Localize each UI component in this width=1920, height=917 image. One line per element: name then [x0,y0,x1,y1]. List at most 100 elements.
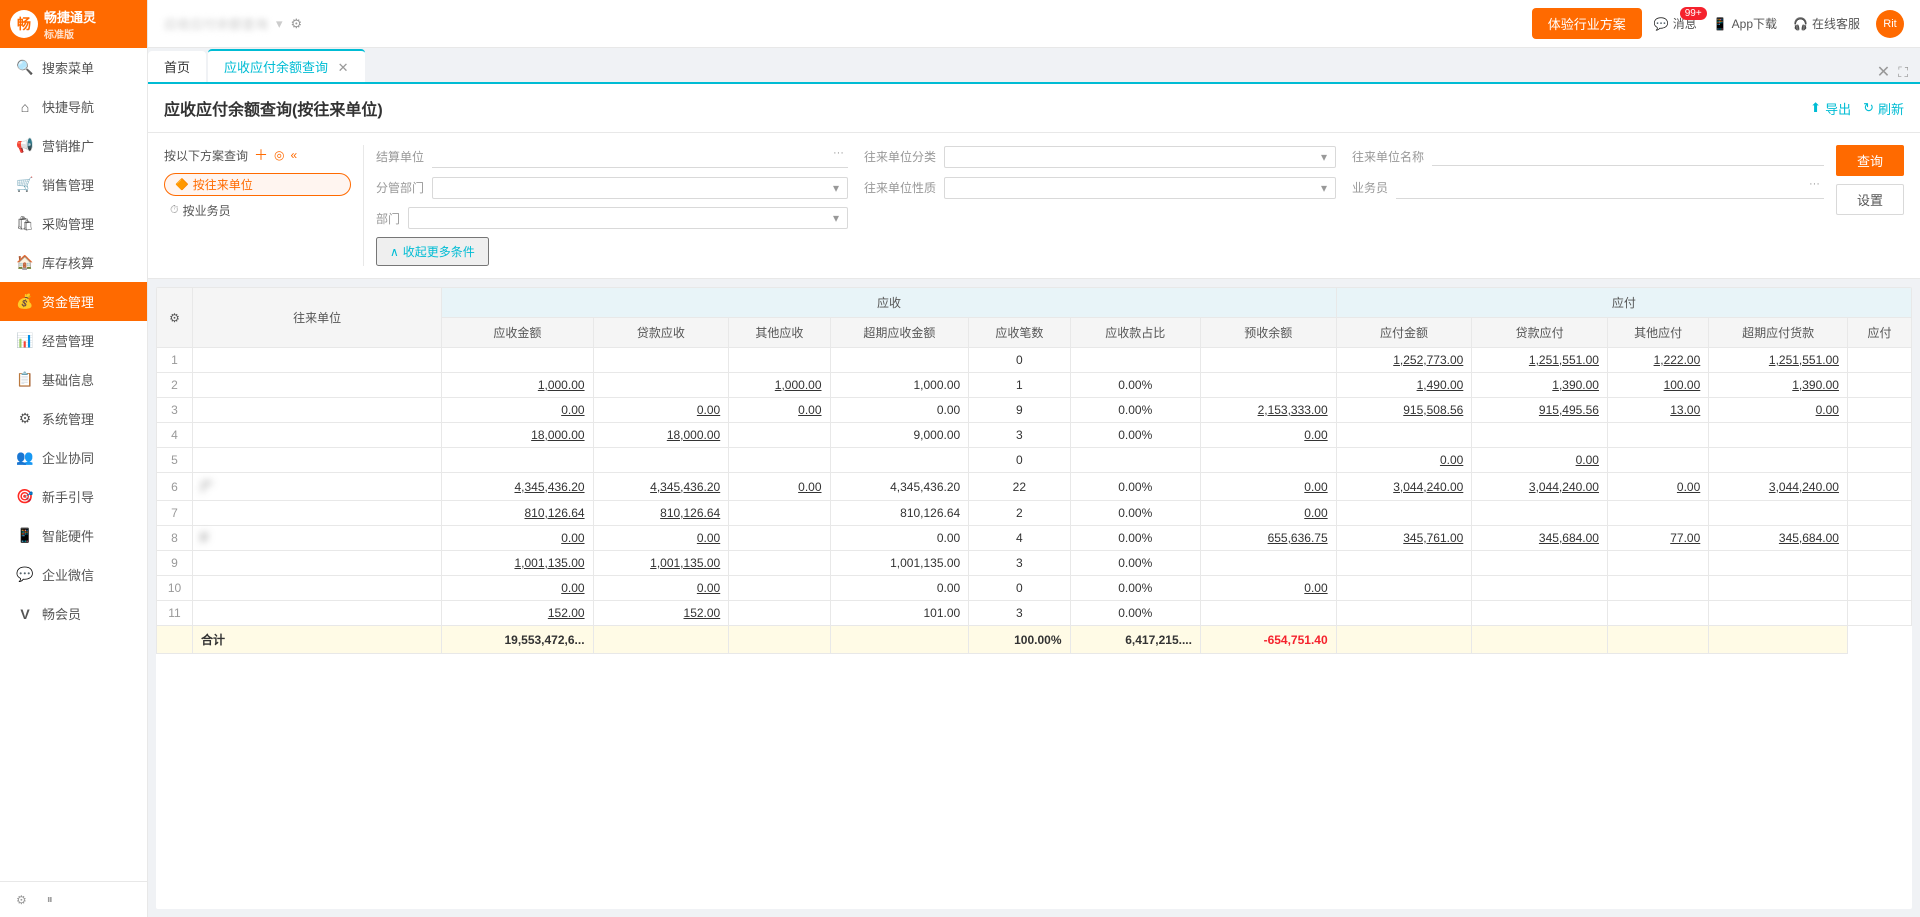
app-download[interactable]: 📱 App下载 [1713,15,1777,32]
row-rec-amt[interactable]: 18,000.00 [442,423,593,448]
online-service[interactable]: 🎧 在线客服 [1793,15,1860,32]
row-rec-loan[interactable]: 152.00 [593,601,729,626]
table-settings-icon[interactable]: ⚙ [169,311,180,325]
tab-close-icon[interactable]: ✕ [338,60,349,75]
row-rec-other[interactable] [729,348,830,373]
row-pay-overdue[interactable]: 0.00 [1709,398,1848,423]
row-partner[interactable] [193,448,442,473]
row-pay-loan[interactable] [1472,576,1608,601]
row-pay-amt[interactable]: 3,044,240.00 [1336,473,1472,501]
row-pay-overdue[interactable] [1709,576,1848,601]
row-partner[interactable] [193,601,442,626]
row-pay-other[interactable]: 100.00 [1607,373,1708,398]
row-rec-overdue[interactable] [830,448,969,473]
row-rec-loan[interactable]: 0.00 [593,576,729,601]
row-pay-loan[interactable] [1472,551,1608,576]
row-rec-amt[interactable] [442,348,593,373]
row-rec-other[interactable]: 0.00 [729,398,830,423]
row-rec-other[interactable] [729,551,830,576]
row-rec-loan[interactable] [593,348,729,373]
row-pay-loan[interactable] [1472,601,1608,626]
row-rec-overdue[interactable]: 4,345,436.20 [830,473,969,501]
row-pay-other[interactable] [1607,551,1708,576]
row-rec-overdue[interactable]: 0.00 [830,576,969,601]
row-pay-amt[interactable] [1336,576,1472,601]
row-pre-rec[interactable]: 0.00 [1200,473,1336,501]
row-pay-loan[interactable] [1472,501,1608,526]
collapse-more-btn[interactable]: ∧ 收起更多条件 [376,237,489,266]
row-pay-loan[interactable]: 3,044,240.00 [1472,473,1608,501]
sidebar-item-sales[interactable]: 🛒 销售管理 [0,165,147,204]
row-rec-amt[interactable]: 0.00 [442,576,593,601]
row-pay-other[interactable] [1607,501,1708,526]
sidebar-item-collab[interactable]: 👥 企业协同 [0,438,147,477]
row-rec-other[interactable] [729,576,830,601]
row-pay-amt[interactable]: 345,761.00 [1336,526,1472,551]
row-pre-rec[interactable]: 0.00 [1200,423,1336,448]
row-rec-overdue[interactable]: 101.00 [830,601,969,626]
row-pay-other[interactable]: 77.00 [1607,526,1708,551]
setup-button[interactable]: 设置 [1836,184,1904,215]
settings-gear-icon[interactable]: ⚙ [291,16,303,32]
row-rec-loan[interactable]: 1,001,135.00 [593,551,729,576]
row-pay-amt[interactable] [1336,601,1472,626]
row-partner[interactable]: 广 [193,473,442,501]
row-pay-loan[interactable]: 1,390.00 [1472,373,1608,398]
row-pay-overdue[interactable]: 345,684.00 [1709,526,1848,551]
row-pre-rec[interactable]: 2,153,333.00 [1200,398,1336,423]
row-rec-loan[interactable]: 0.00 [593,398,729,423]
row-rec-amt[interactable]: 1,000.00 [442,373,593,398]
row-pay-overdue[interactable]: 3,044,240.00 [1709,473,1848,501]
sidebar-item-operation[interactable]: 📊 经营管理 [0,321,147,360]
row-pay-loan[interactable]: 0.00 [1472,448,1608,473]
row-rec-amt[interactable]: 152.00 [442,601,593,626]
row-pay-overdue[interactable] [1709,551,1848,576]
query-button[interactable]: 查询 [1836,145,1904,176]
row-pay-other[interactable] [1607,423,1708,448]
row-pay-loan[interactable]: 1,251,551.00 [1472,348,1608,373]
collapse-scheme-icon[interactable]: « [291,148,298,162]
row-pay-amt[interactable]: 1,252,773.00 [1336,348,1472,373]
row-pay-amt[interactable] [1336,423,1472,448]
sidebar-item-vip[interactable]: V 畅会员 [0,594,147,633]
row-rec-overdue[interactable]: 0.00 [830,526,969,551]
row-pay-overdue[interactable]: 1,251,551.00 [1709,348,1848,373]
row-partner[interactable]: F [193,526,442,551]
row-pre-rec[interactable]: 655,636.75 [1200,526,1336,551]
row-rec-loan[interactable] [593,448,729,473]
row-pre-rec[interactable] [1200,551,1336,576]
row-rec-amt[interactable]: 810,126.64 [442,501,593,526]
row-partner[interactable] [193,348,442,373]
row-pay-loan[interactable]: 345,684.00 [1472,526,1608,551]
row-rec-loan[interactable] [593,373,729,398]
sidebar-item-inventory[interactable]: 🏠 库存核算 [0,243,147,282]
th-settings[interactable]: ⚙ [157,288,193,348]
sidebar-item-basic[interactable]: 📋 基础信息 [0,360,147,399]
row-rec-other[interactable] [729,601,830,626]
row-pay-amt[interactable] [1336,551,1472,576]
solution-button[interactable]: 体验行业方案 [1532,8,1642,39]
row-pay-overdue[interactable] [1709,423,1848,448]
export-button[interactable]: ⬆ 导出 [1810,99,1851,118]
tab-query[interactable]: 应收应付余额查询 ✕ [208,49,365,82]
window-expand-icon[interactable]: ⛶ [1898,64,1908,81]
row-partner[interactable] [193,551,442,576]
row-rec-overdue[interactable]: 1,000.00 [830,373,969,398]
row-partner[interactable] [193,398,442,423]
row-pay-loan[interactable]: 915,495.56 [1472,398,1608,423]
row-pay-amt[interactable]: 0.00 [1336,448,1472,473]
row-pay-amt[interactable]: 1,490.00 [1336,373,1472,398]
scheme-active-tag[interactable]: 🔶 按往来单位 [164,173,351,196]
row-rec-overdue[interactable] [830,348,969,373]
sidebar-item-hardware[interactable]: 📱 智能硬件 [0,516,147,555]
sidebar-item-finance[interactable]: 💰 资金管理 [0,282,147,321]
settings-icon[interactable]: ⚙ [16,893,27,907]
row-rec-overdue[interactable]: 0.00 [830,398,969,423]
sidebar-item-marketing[interactable]: 📢 营销推广 [0,126,147,165]
refresh-button[interactable]: ↻ 刷新 [1863,99,1904,118]
row-pay-other[interactable] [1607,576,1708,601]
row-pre-rec[interactable] [1200,373,1336,398]
row-rec-overdue[interactable]: 1,001,135.00 [830,551,969,576]
window-close-icon[interactable]: ✕ [1877,62,1890,82]
user-avatar[interactable]: Rit [1876,10,1904,38]
